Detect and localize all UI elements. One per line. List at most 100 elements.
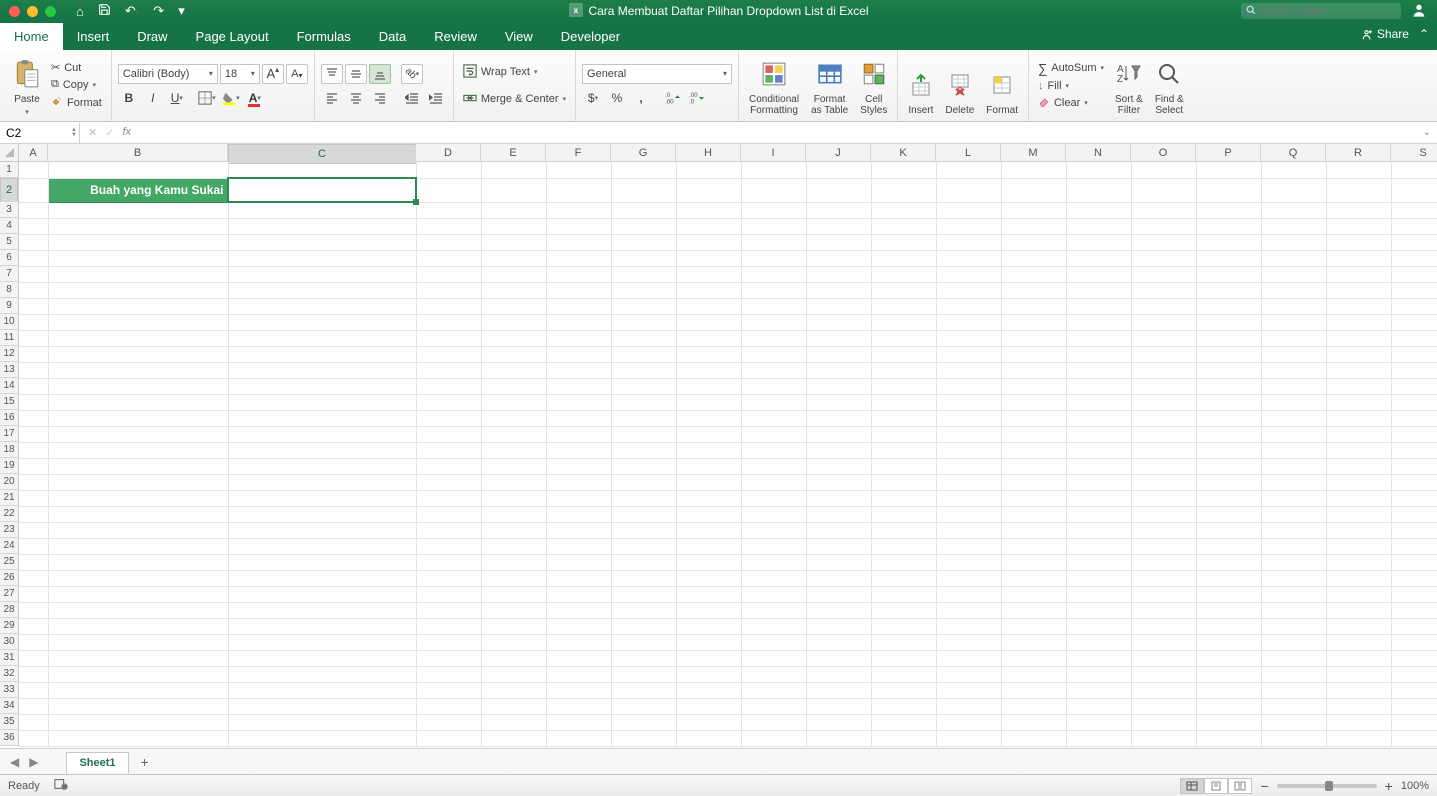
cell[interactable] [1261,410,1326,426]
cell[interactable] [1001,602,1066,618]
cell[interactable] [546,570,611,586]
cell[interactable] [806,506,871,522]
cell[interactable] [1261,586,1326,602]
cell[interactable] [806,202,871,218]
cell[interactable] [741,234,806,250]
cell[interactable] [1066,314,1131,330]
cell[interactable] [48,634,228,650]
row-header[interactable]: 6 [0,250,18,266]
cell[interactable] [1326,218,1391,234]
cell[interactable] [48,586,228,602]
cell[interactable] [1391,490,1437,506]
next-sheet-button[interactable]: ▶ [25,755,42,769]
cell[interactable] [19,250,48,266]
cell[interactable] [1326,474,1391,490]
cell[interactable] [611,314,676,330]
cell[interactable] [228,378,416,394]
cell[interactable] [611,650,676,666]
cell[interactable] [806,682,871,698]
cell[interactable] [806,162,871,178]
currency-button[interactable]: $▾ [582,88,604,108]
cell[interactable] [481,362,546,378]
cell[interactable] [1196,330,1261,346]
align-right-button[interactable] [369,88,391,108]
cell[interactable] [936,554,1001,570]
cell[interactable] [676,602,741,618]
cell[interactable] [1261,458,1326,474]
cell[interactable] [228,602,416,618]
cell[interactable] [936,346,1001,362]
close-window-button[interactable] [9,6,20,17]
cell[interactable] [546,554,611,570]
cell[interactable] [611,330,676,346]
cell[interactable] [871,730,936,746]
row-header[interactable]: 11 [0,330,18,346]
cell[interactable] [1391,314,1437,330]
cell[interactable] [741,298,806,314]
wrap-text-button[interactable]: Wrap Text▾ [460,63,569,82]
cell[interactable] [546,602,611,618]
cell[interactable] [1261,570,1326,586]
cell[interactable] [1196,346,1261,362]
cell[interactable] [19,330,48,346]
row-header[interactable]: 7 [0,266,18,282]
cell[interactable] [48,602,228,618]
cell[interactable] [1391,666,1437,682]
cell[interactable] [546,666,611,682]
font-size-select[interactable]: 18▾ [220,64,260,84]
row-header[interactable]: 5 [0,234,18,250]
cell[interactable] [19,474,48,490]
cell[interactable] [1001,298,1066,314]
cell[interactable] [741,426,806,442]
cell[interactable] [1196,298,1261,314]
cell[interactable] [611,666,676,682]
redo-icon[interactable]: ↷ [153,3,164,19]
cell[interactable] [871,634,936,650]
cell[interactable] [676,682,741,698]
cell[interactable] [1261,522,1326,538]
cell[interactable] [1261,202,1326,218]
cell[interactable] [1326,178,1391,202]
cell[interactable] [416,682,481,698]
row-header[interactable]: 20 [0,474,18,490]
cell[interactable] [1196,362,1261,378]
macro-record-icon[interactable] [54,777,68,794]
cell[interactable] [546,474,611,490]
cell[interactable] [416,250,481,266]
row-header[interactable]: 31 [0,650,18,666]
cell[interactable] [741,202,806,218]
select-all-corner[interactable] [0,144,19,162]
cell[interactable] [806,586,871,602]
increase-decimal-button[interactable]: .0.00 [662,88,684,108]
cell[interactable] [1326,538,1391,554]
border-button[interactable]: ▾ [196,88,218,108]
cell[interactable] [871,698,936,714]
cell[interactable] [228,282,416,298]
cell[interactable] [1391,162,1437,178]
cell[interactable] [416,330,481,346]
cell[interactable] [19,218,48,234]
cell[interactable] [1326,714,1391,730]
cell[interactable] [1001,218,1066,234]
row-header[interactable]: 2 [0,178,18,202]
cell[interactable] [871,426,936,442]
cell[interactable] [228,586,416,602]
cell[interactable] [871,554,936,570]
cell[interactable] [611,410,676,426]
cell[interactable] [1391,410,1437,426]
cell[interactable] [1326,586,1391,602]
cell[interactable] [936,282,1001,298]
cell[interactable] [228,218,416,234]
search-sheet-input[interactable] [1241,3,1401,19]
cell[interactable] [611,554,676,570]
cell[interactable] [416,538,481,554]
cell[interactable] [1131,266,1196,282]
cell[interactable] [1131,506,1196,522]
cell[interactable] [936,490,1001,506]
cell[interactable] [546,618,611,634]
cell[interactable] [1326,666,1391,682]
cell[interactable] [228,330,416,346]
cell[interactable] [1001,554,1066,570]
cell[interactable] [19,234,48,250]
cell[interactable] [676,474,741,490]
